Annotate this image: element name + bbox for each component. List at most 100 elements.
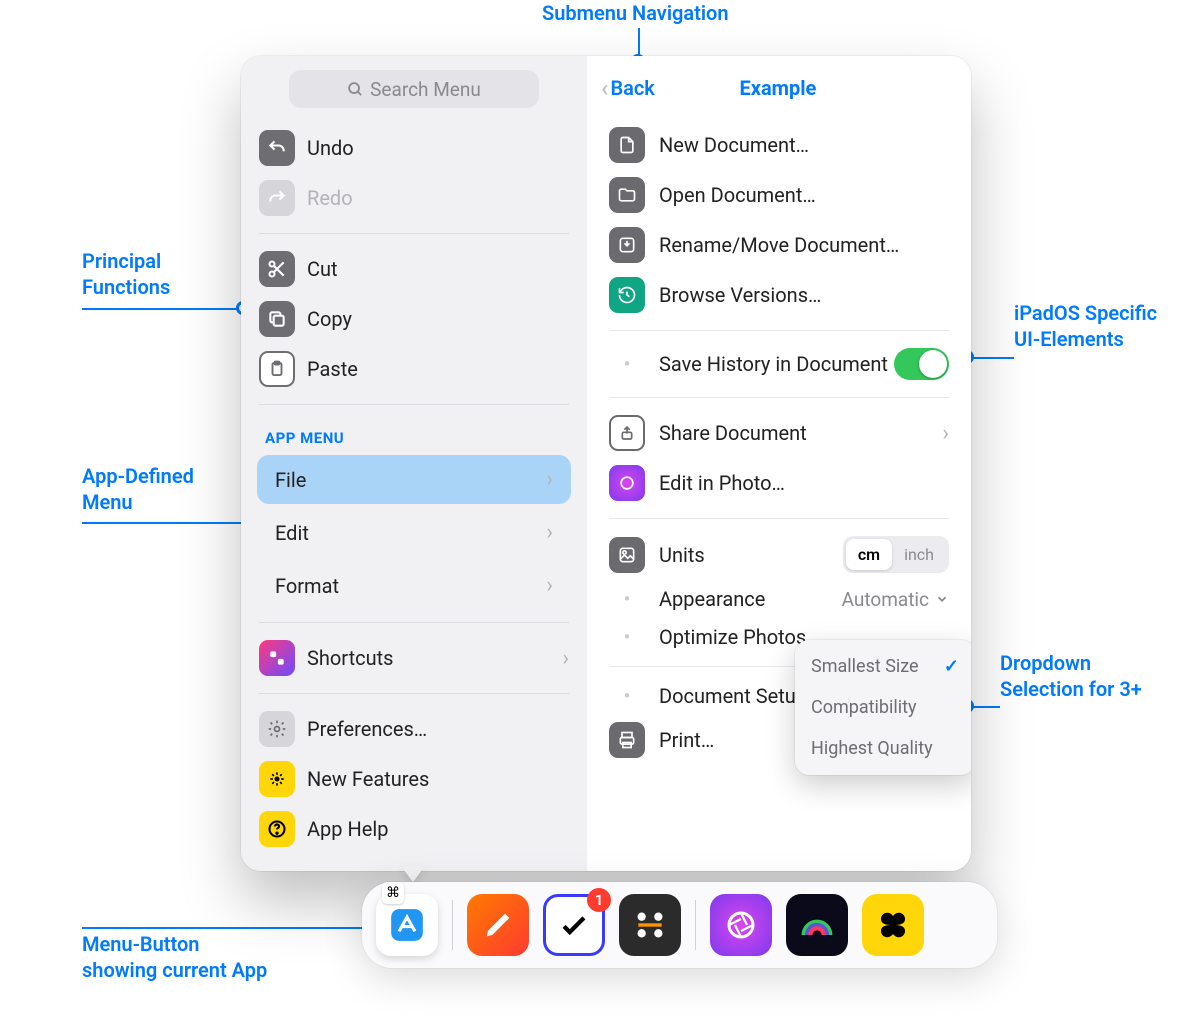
newdoc-item[interactable]: New Document…	[597, 120, 961, 170]
opt-label: Compatibility	[811, 697, 917, 718]
butterfly-icon	[875, 907, 911, 943]
search-placeholder: Search Menu	[370, 78, 481, 101]
share-label: Share Document	[659, 421, 807, 445]
panel-notch	[401, 866, 425, 882]
app-menu-file[interactable]: File ›	[257, 455, 571, 504]
scissors-icon	[259, 251, 295, 287]
dock-app-6[interactable]	[862, 894, 924, 956]
dock-app-1[interactable]	[467, 894, 529, 956]
callout-text: iPadOS Specific	[1014, 301, 1157, 325]
submenu-title: Example	[605, 76, 951, 100]
editphoto-label: Edit in Photo…	[659, 471, 785, 495]
search-input[interactable]: Search Menu	[289, 70, 539, 108]
undo-icon	[259, 130, 295, 166]
opendoc-item[interactable]: Open Document…	[597, 170, 961, 220]
appearance-label: Appearance	[659, 587, 765, 611]
redo-item: Redo	[251, 173, 577, 223]
shortcuts-item[interactable]: Shortcuts ›	[251, 633, 577, 683]
aperture-icon	[723, 907, 759, 943]
command-badge: ⌘	[382, 882, 404, 904]
app-menu-section-label: APP MENU	[251, 415, 577, 453]
chevron-right-icon: ›	[546, 467, 553, 492]
chevron-down-icon	[935, 592, 949, 606]
cut-item[interactable]: Cut	[251, 244, 577, 294]
units-segmented[interactable]: cm inch	[843, 536, 949, 573]
dock-app-3[interactable]	[619, 894, 681, 956]
chevron-right-icon: ›	[942, 421, 949, 446]
callout-line	[972, 706, 1000, 708]
rename-item[interactable]: Rename/Move Document…	[597, 220, 961, 270]
dropdown-opt-smallest[interactable]: Smallest Size ✓	[795, 646, 971, 687]
copy-label: Copy	[307, 307, 352, 331]
appearance-item[interactable]: • Appearance Automatic	[597, 580, 961, 618]
seg-cm[interactable]: cm	[846, 539, 892, 570]
gear-icon	[259, 711, 295, 747]
dock-app-4[interactable]	[710, 894, 772, 956]
rename-label: Rename/Move Document…	[659, 233, 899, 257]
preferences-item[interactable]: Preferences…	[251, 704, 577, 754]
paste-item[interactable]: Paste	[251, 344, 577, 394]
notification-badge: 1	[587, 888, 611, 912]
copy-item[interactable]: Copy	[251, 294, 577, 344]
units-label: Units	[659, 543, 705, 567]
chevron-right-icon: ›	[546, 520, 553, 545]
help-icon	[259, 811, 295, 847]
paste-label: Paste	[307, 357, 358, 381]
apphelp-item[interactable]: App Help	[251, 804, 577, 854]
optimize-label: Optimize Photos	[659, 625, 806, 649]
newfeatures-label: New Features	[307, 767, 429, 791]
copy-icon	[259, 301, 295, 337]
redo-label: Redo	[307, 186, 353, 210]
dock-app-5[interactable]	[786, 894, 848, 956]
preferences-label: Preferences…	[307, 717, 427, 741]
printer-icon	[609, 722, 645, 758]
app-menu-edit[interactable]: Edit ›	[257, 508, 571, 557]
newfeatures-item[interactable]: New Features	[251, 754, 577, 804]
dropdown-opt-highest[interactable]: Highest Quality	[795, 728, 971, 769]
edit-label: Edit	[275, 521, 309, 545]
callout-ipados: iPadOS Specific UI-Elements	[1014, 300, 1157, 352]
savehist-item: • Save History in Document	[597, 341, 961, 387]
share-item[interactable]: Share Document ›	[597, 408, 961, 458]
docsetup-label: Document Setup	[659, 684, 807, 708]
menu-left-pane: Search Menu Undo Redo Cut Copy	[241, 56, 587, 871]
photo-app-icon	[609, 465, 645, 501]
browse-item[interactable]: Browse Versions…	[597, 270, 961, 320]
folder-icon	[609, 177, 645, 213]
dock-app-2[interactable]: 1	[543, 894, 605, 956]
seg-inch[interactable]: inch	[892, 539, 946, 570]
callout-text: Menu	[82, 490, 133, 514]
callout-text: Principal	[82, 249, 161, 273]
format-label: Format	[275, 574, 339, 598]
undo-item[interactable]: Undo	[251, 123, 577, 173]
calculator-icon	[630, 905, 670, 945]
check-icon: ✓	[944, 656, 959, 677]
savehist-toggle[interactable]	[894, 348, 949, 380]
appearance-value: Automatic	[842, 588, 949, 611]
dropdown-opt-compat[interactable]: Compatibility	[795, 687, 971, 728]
optimize-dropdown[interactable]: Smallest Size ✓ Compatibility Highest Qu…	[795, 640, 971, 775]
callout-line	[972, 357, 1014, 359]
search-icon	[347, 81, 364, 98]
clock-icon	[609, 277, 645, 313]
rainbow-icon	[797, 905, 837, 945]
bullet-icon: •	[609, 587, 645, 611]
divider	[609, 518, 949, 519]
chevron-right-icon: ›	[546, 573, 553, 598]
image-icon	[609, 537, 645, 573]
callout-text: Functions	[82, 275, 170, 299]
opt-label: Smallest Size	[811, 656, 919, 677]
newdoc-label: New Document…	[659, 133, 809, 157]
callout-text: Dropdown	[1000, 651, 1091, 675]
checkmark-icon	[557, 908, 591, 942]
dock-current-app[interactable]: ⌘	[376, 894, 438, 956]
pencil-icon	[481, 908, 515, 942]
editphoto-item[interactable]: Edit in Photo…	[597, 458, 961, 508]
app-menu-format[interactable]: Format ›	[257, 561, 571, 610]
callout-appdefined: App-Defined Menu	[82, 463, 194, 515]
menu-right-pane: ‹ Back Example New Document… Open Docume…	[587, 56, 971, 871]
callout-submenu-nav: Submenu Navigation	[542, 0, 729, 26]
redo-icon	[259, 180, 295, 216]
sparkle-icon	[259, 761, 295, 797]
dock-separator	[695, 900, 696, 950]
